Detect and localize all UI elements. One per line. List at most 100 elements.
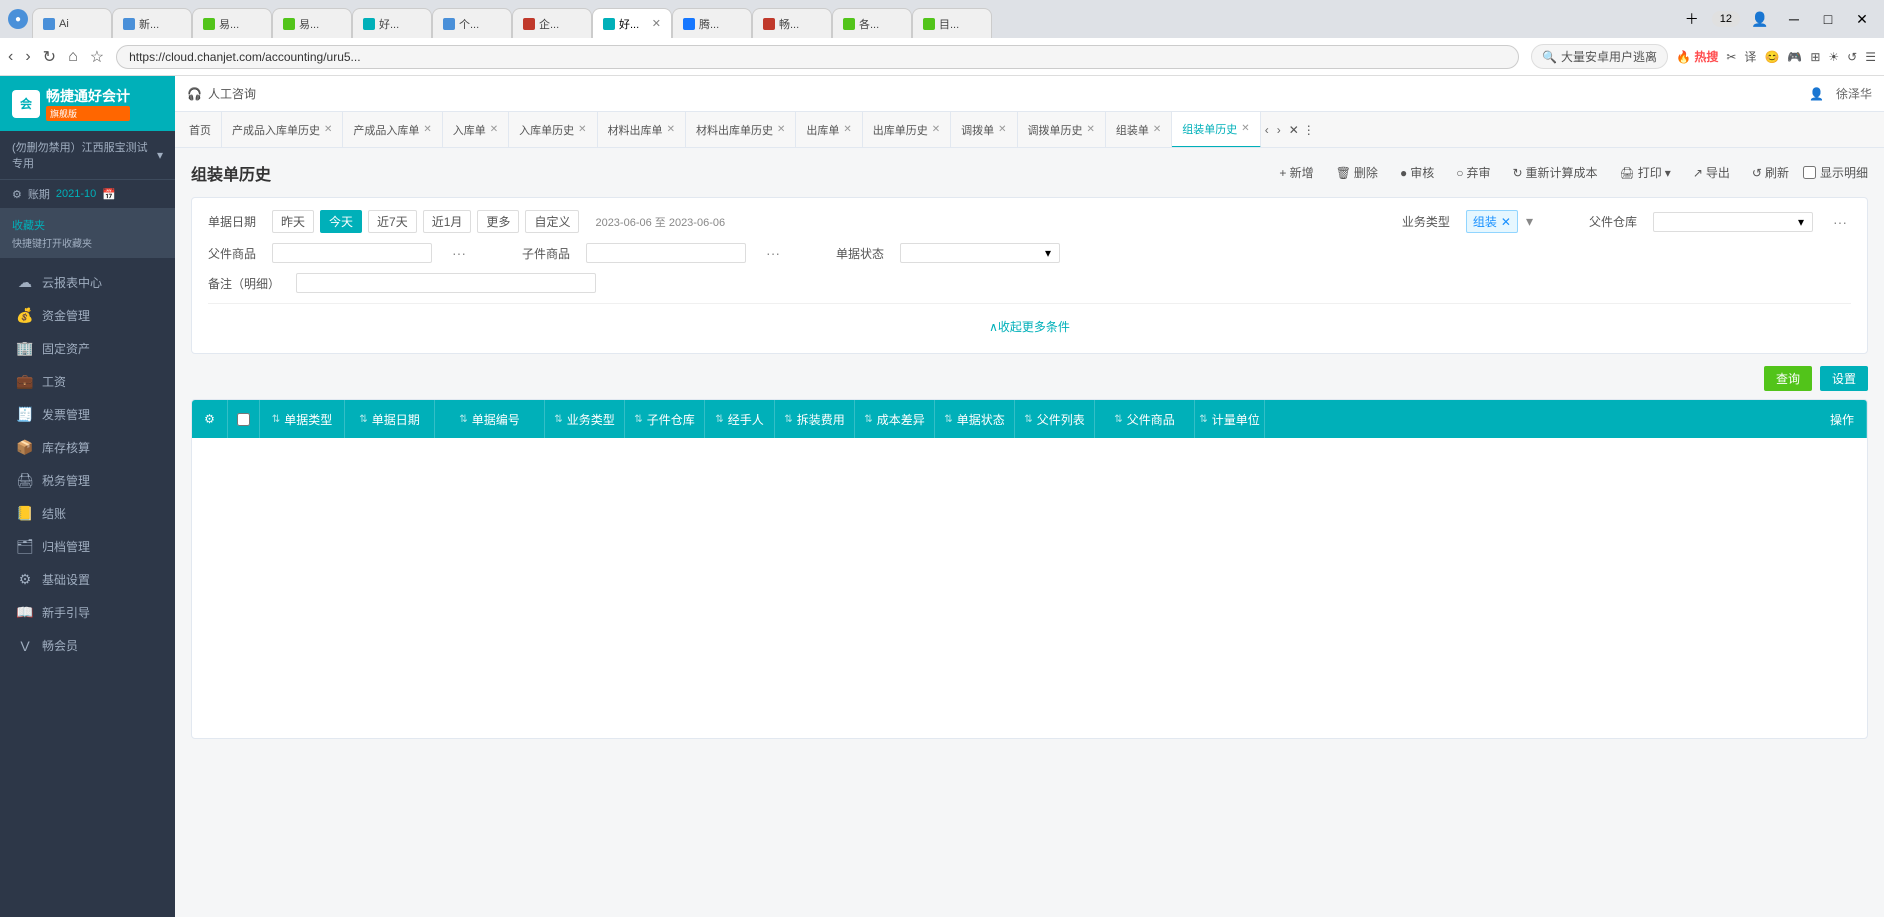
forward-button[interactable]: ›: [25, 48, 30, 66]
query-button[interactable]: 查询: [1764, 366, 1812, 391]
note-input[interactable]: [296, 273, 596, 293]
more-filter-btn[interactable]: ···: [1829, 214, 1851, 230]
sidebar-item-tax[interactable]: 🖨 税务管理: [0, 464, 175, 497]
tab-inbound[interactable]: 入库单 ✕: [443, 112, 509, 148]
select-all-checkbox[interactable]: [237, 413, 250, 426]
date-btn-today[interactable]: 今天: [320, 210, 362, 233]
new-button[interactable]: + 新增: [1271, 160, 1321, 185]
tab-close-inbound[interactable]: ✕: [490, 124, 498, 135]
show-detail-checkbox[interactable]: [1803, 166, 1816, 179]
date-btn-custom[interactable]: 自定义: [525, 210, 579, 233]
tab-close-icon[interactable]: ✕: [652, 17, 661, 30]
tab-assembly[interactable]: 组装单 ✕: [1106, 112, 1172, 148]
browser-tab-1[interactable]: 新...: [112, 8, 192, 38]
date-btn-yesterday[interactable]: 昨天: [272, 210, 314, 233]
browser-tab-8[interactable]: 腾...: [672, 8, 752, 38]
refresh-button[interactable]: ↺ 刷新: [1744, 160, 1797, 185]
tab-nav-right[interactable]: ›: [1273, 119, 1285, 141]
browser-tab-6[interactable]: 企...: [512, 8, 592, 38]
bill-status-select[interactable]: ▾: [900, 243, 1060, 263]
url-bar[interactable]: [116, 45, 1519, 69]
maximize-button[interactable]: □: [1814, 5, 1842, 33]
export-button[interactable]: ↗ 导出: [1685, 160, 1738, 185]
tab-close-transfer[interactable]: ✕: [998, 124, 1006, 135]
grid-tool[interactable]: ⊞: [1810, 50, 1820, 64]
search-box[interactable]: 🔍 大量安卓用户逃离: [1531, 44, 1668, 69]
delete-button[interactable]: 🗑 删除: [1328, 160, 1386, 185]
browser-tab-11[interactable]: 目...: [912, 8, 992, 38]
tab-close-finished[interactable]: ✕: [423, 124, 431, 135]
tab-nav-left[interactable]: ‹: [1261, 119, 1273, 141]
tab-material-out[interactable]: 材料出库单 ✕: [598, 112, 686, 148]
tab-close-material-out-history[interactable]: ✕: [777, 124, 785, 135]
tab-transfer[interactable]: 调拨单 ✕: [951, 112, 1017, 148]
child-goods-more[interactable]: ···: [762, 245, 784, 261]
calendar-icon[interactable]: 📅: [102, 188, 116, 201]
browser-tab-7[interactable]: 好... ✕: [592, 8, 672, 38]
user-service-label[interactable]: 人工咨询: [208, 85, 256, 102]
audit-button[interactable]: ● 审核: [1392, 160, 1442, 185]
browser-tab-10[interactable]: 各...: [832, 8, 912, 38]
col-business-type[interactable]: 业务类型: [545, 400, 625, 438]
menu-tool[interactable]: ☰: [1865, 50, 1876, 64]
col-bill-status[interactable]: 单据状态: [935, 400, 1015, 438]
tab-close-finished-history[interactable]: ✕: [324, 124, 332, 135]
sidebar-item-closing[interactable]: 📒 结账: [0, 497, 175, 530]
tab-close-outbound-history[interactable]: ✕: [932, 124, 940, 135]
tab-outbound[interactable]: 出库单 ✕: [796, 112, 862, 148]
col-bill-type[interactable]: 单据类型: [260, 400, 345, 438]
scissors-tool[interactable]: ✂: [1726, 50, 1736, 64]
tab-close-material-out[interactable]: ✕: [667, 124, 675, 135]
date-btn-1month[interactable]: 近1月: [423, 210, 472, 233]
tab-finished-history[interactable]: 产成品入库单历史 ✕: [222, 112, 343, 148]
col-unit[interactable]: 计量单位: [1195, 400, 1265, 438]
tab-more-button[interactable]: ⋮: [1303, 123, 1315, 137]
remove-business-type-tag[interactable]: ✕: [1501, 215, 1511, 229]
game-tool[interactable]: 🎮: [1787, 50, 1802, 64]
browser-tab-9[interactable]: 畅...: [752, 8, 832, 38]
translate-tool[interactable]: 译: [1744, 48, 1756, 65]
print-dropdown-icon[interactable]: ▾: [1665, 166, 1671, 180]
bookmark-button[interactable]: ☆: [90, 47, 104, 67]
tab-inbound-history[interactable]: 入库单历史 ✕: [509, 112, 597, 148]
window-profile-button[interactable]: 👤: [1746, 5, 1774, 33]
tab-close-transfer-history[interactable]: ✕: [1087, 124, 1095, 135]
sidebar-item-salary[interactable]: 💼 工资: [0, 365, 175, 398]
col-settings[interactable]: ⚙: [192, 400, 228, 438]
child-goods-input[interactable]: [586, 243, 746, 263]
print-button[interactable]: 🖨 打印 ▾: [1612, 160, 1679, 185]
refresh-browser-button[interactable]: ↻: [43, 47, 56, 67]
browser-tab-3[interactable]: 易...: [272, 8, 352, 38]
col-child-warehouse[interactable]: 子件仓库: [625, 400, 705, 438]
parent-goods-more[interactable]: ···: [448, 245, 470, 261]
settings-button[interactable]: 设置: [1820, 366, 1868, 391]
sidebar-item-reports[interactable]: ☁ 云报表中心: [0, 266, 175, 299]
browser-tab-4[interactable]: 好...: [352, 8, 432, 38]
collapse-button[interactable]: ∧ 收起更多条件: [983, 312, 1076, 341]
tab-count-badge[interactable]: 12: [1712, 11, 1740, 27]
recalc-button[interactable]: ↻ 重新计算成本: [1504, 160, 1605, 185]
col-bill-no[interactable]: 单据编号: [435, 400, 545, 438]
sidebar-item-settings[interactable]: ⚙ 基础设置: [0, 563, 175, 596]
sidebar-item-invoice[interactable]: 🧾 发票管理: [0, 398, 175, 431]
col-checkbox[interactable]: [228, 400, 260, 438]
tab-outbound-history[interactable]: 出库单历史 ✕: [863, 112, 951, 148]
undo-tool[interactable]: ↺: [1847, 50, 1857, 64]
sidebar-item-guide[interactable]: 📖 新手引导: [0, 596, 175, 629]
browser-tab-2[interactable]: 易...: [192, 8, 272, 38]
brightness-tool[interactable]: ☀: [1828, 50, 1839, 64]
date-btn-more[interactable]: 更多: [477, 210, 519, 233]
tab-close-all-button[interactable]: ✕: [1289, 123, 1299, 137]
tab-finished[interactable]: 产成品入库单 ✕: [343, 112, 442, 148]
emoji-tool[interactable]: 😊: [1764, 50, 1779, 64]
browser-tab-0[interactable]: Ai: [32, 8, 112, 38]
tab-material-out-history[interactable]: 材料出库单历史 ✕: [686, 112, 796, 148]
tab-close-assembly-history[interactable]: ✕: [1241, 123, 1249, 134]
back-button[interactable]: ‹: [8, 48, 13, 66]
tab-close-outbound[interactable]: ✕: [843, 124, 851, 135]
tab-home[interactable]: 首页: [179, 112, 222, 148]
col-handler[interactable]: 经手人: [705, 400, 775, 438]
tab-assembly-history[interactable]: 组装单历史 ✕: [1172, 112, 1260, 148]
home-button[interactable]: ⌂: [68, 48, 78, 66]
business-type-dropdown[interactable]: ▾: [1522, 213, 1537, 230]
